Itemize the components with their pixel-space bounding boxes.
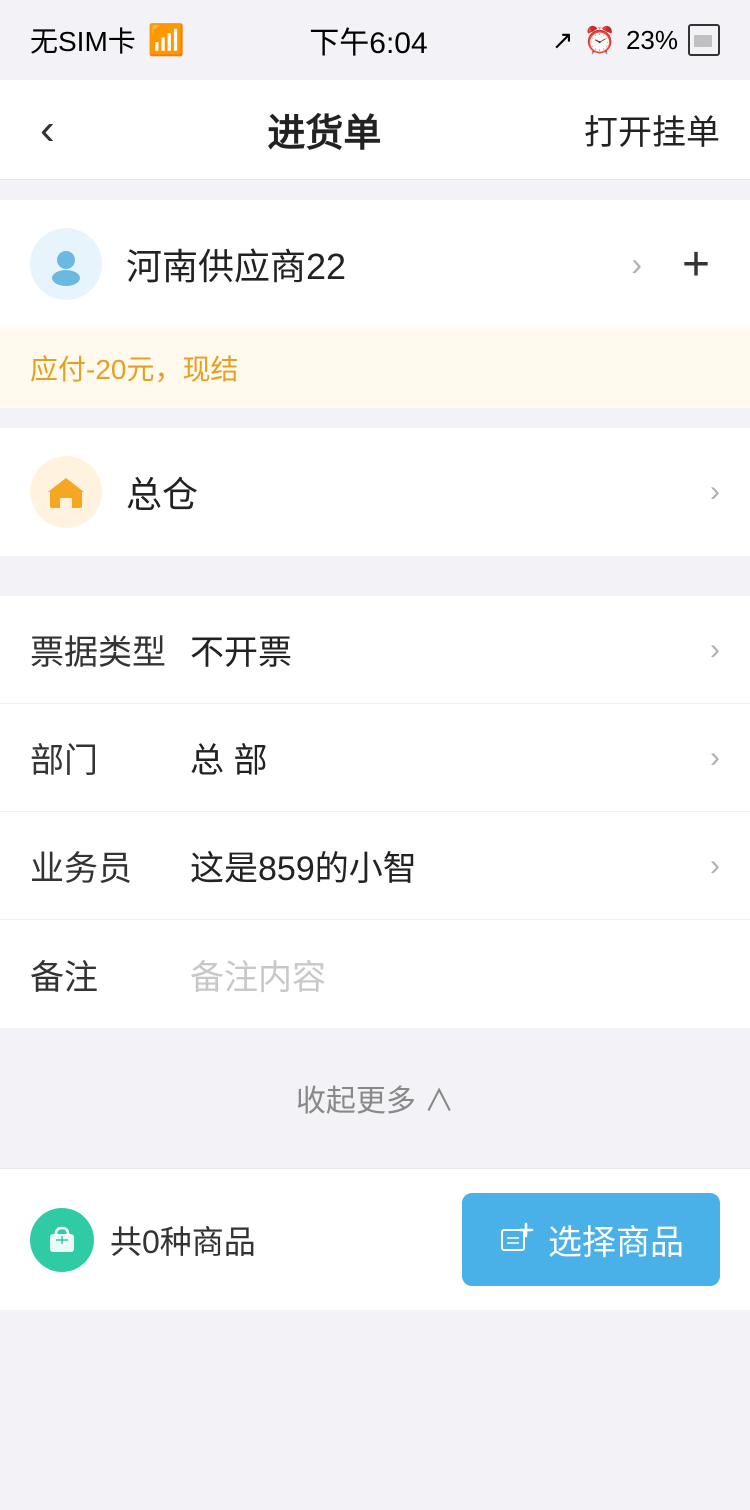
warehouse-section: 总仓 › [0,428,750,556]
warehouse-icon [30,456,102,528]
collapse-row[interactable]: 收起更多 ∧ [0,1048,750,1148]
status-time: 下午6:04 [309,18,427,62]
page-background [0,1310,750,1510]
status-bar: 无SIM卡 📶 下午6:04 ↗ ⏰ 23% [0,0,750,80]
salesperson-label: 业务员 [30,841,190,890]
form-section: 票据类型 不开票 › 部门 总 部 › 业务员 这是859的小智 › 备注 备注… [0,596,750,1028]
supplier-avatar-icon [44,242,88,286]
salesperson-row[interactable]: 业务员 这是859的小智 › [0,812,750,920]
supplier-name: 河南供应商22 [126,238,631,290]
battery-icon [688,24,720,56]
remark-row[interactable]: 备注 备注内容 [0,920,750,1028]
product-icon-circle [30,1208,94,1272]
supplier-section: 河南供应商22 › + 应付-20元，现结 [0,200,750,408]
status-right: ↗ ⏰ 23% [552,24,720,56]
select-product-icon [498,1222,534,1258]
status-left: 无SIM卡 📶 [30,20,185,60]
carrier-text: 无SIM卡 [30,20,136,60]
notice-banner: 应付-20元，现结 [0,328,750,408]
department-value: 总 部 [190,733,710,782]
department-row[interactable]: 部门 总 部 › [0,704,750,812]
invoice-type-chevron: › [710,633,720,667]
mid-divider2 [0,556,750,576]
remark-placeholder: 备注内容 [190,950,720,999]
product-bag-icon [44,1222,80,1258]
supplier-avatar [30,228,102,300]
department-chevron: › [710,741,720,775]
location-icon: ↗ [552,25,574,56]
bottom-bar: 共0种商品 选择商品 [0,1168,750,1310]
salesperson-value: 这是859的小智 [190,841,710,890]
select-product-button[interactable]: 选择商品 [462,1193,720,1286]
add-supplier-button[interactable]: + [672,237,720,292]
invoice-type-row[interactable]: 票据类型 不开票 › [0,596,750,704]
warehouse-chevron-icon: › [710,475,720,509]
open-pending-button[interactable]: 打开挂单 [584,105,720,154]
product-count-area: 共0种商品 [30,1208,256,1272]
battery-text: 23% [626,25,678,56]
salesperson-chevron: › [710,849,720,883]
nav-bar: ‹ 进货单 打开挂单 [0,80,750,180]
warehouse-svg-icon [46,472,86,512]
back-button[interactable]: ‹ [30,95,65,165]
supplier-chevron-icon: › [631,246,642,283]
collapse-label: 收起更多 ∧ [296,1076,454,1120]
invoice-type-label: 票据类型 [30,625,190,674]
wifi-icon: 📶 [148,23,185,58]
alarm-icon: ⏰ [584,25,616,56]
page-title: 进货单 [267,102,381,157]
department-label: 部门 [30,733,190,782]
select-product-label: 选择商品 [548,1215,684,1264]
warehouse-name: 总仓 [126,466,710,518]
remark-label: 备注 [30,950,190,999]
warehouse-row[interactable]: 总仓 › [0,428,750,556]
top-divider [0,180,750,200]
invoice-type-value: 不开票 [190,625,710,674]
product-count-text: 共0种商品 [110,1217,256,1263]
mid-divider1 [0,408,750,428]
supplier-row[interactable]: 河南供应商22 › + [0,200,750,328]
